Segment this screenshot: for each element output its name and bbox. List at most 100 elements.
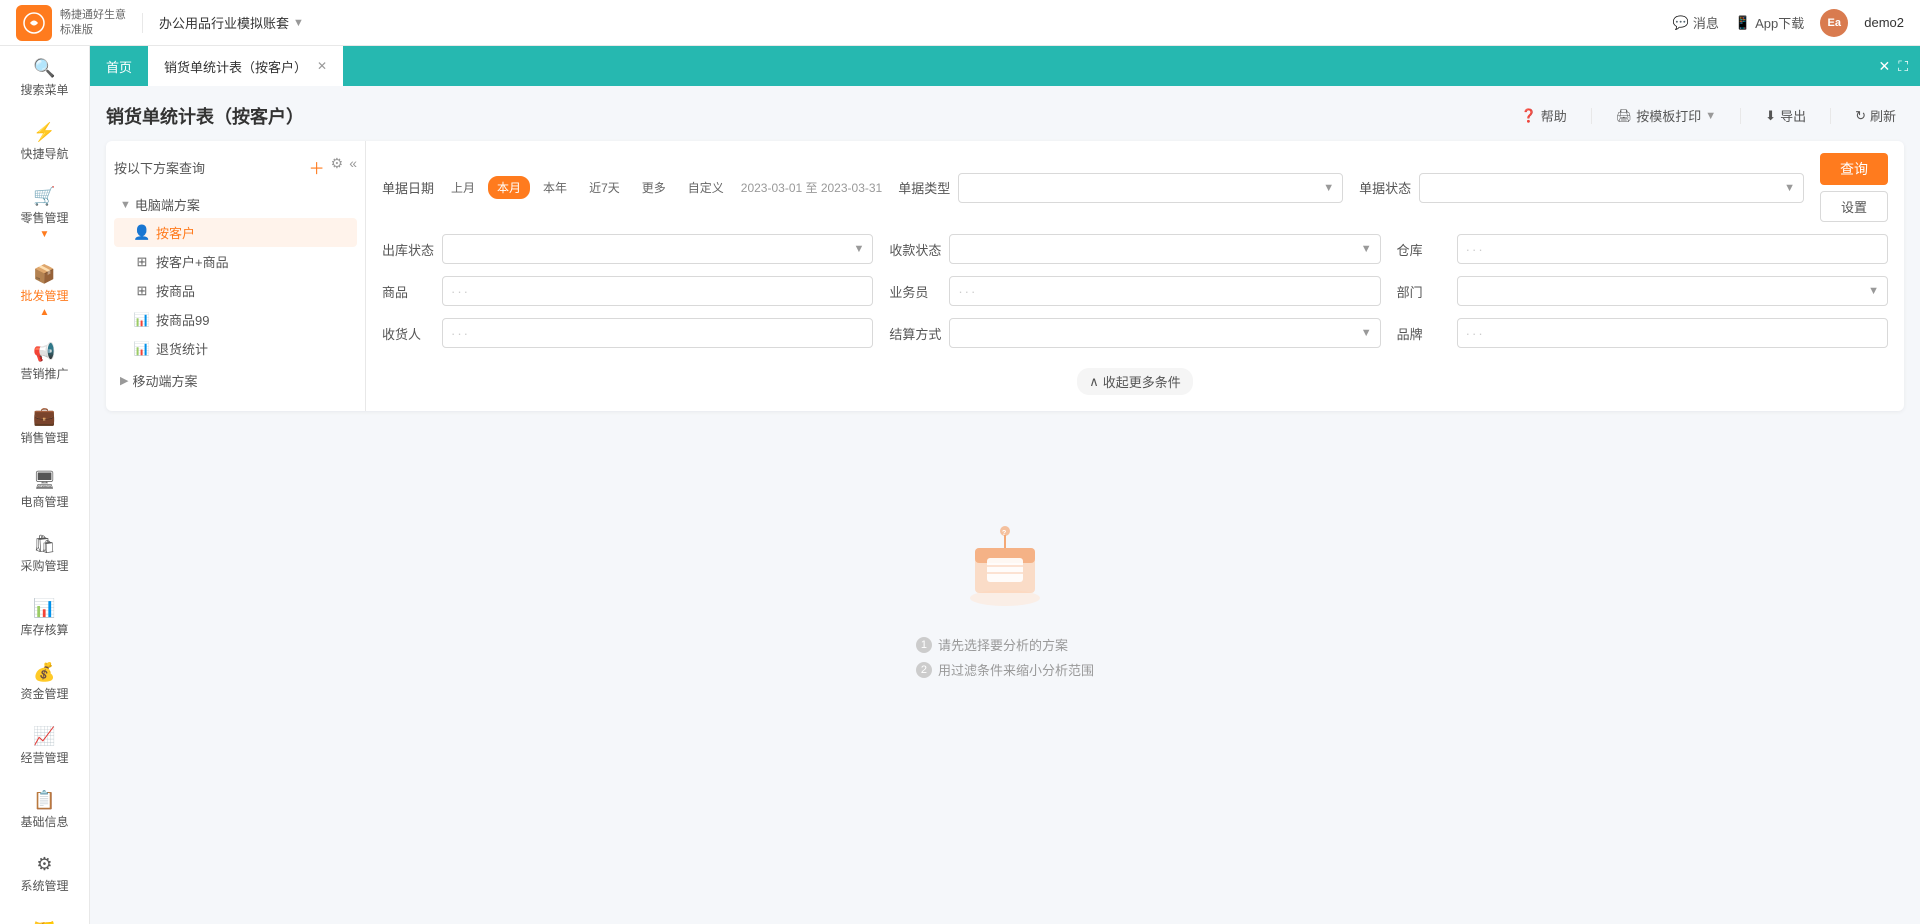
page-header: 销货单统计表（按客户） ❓ 帮助 🖨 按模板打印 ▼ — [106, 102, 1904, 129]
payment-status-label: 收款状态 — [889, 240, 941, 259]
sidebar-item-ecommerce[interactable]: 🖥 电商管理 — [0, 458, 89, 522]
out-status-arrow-icon: ▼ — [853, 243, 864, 255]
filter-right: 单据日期 上月 本月 本年 近7天 更多 自定义 2023-03-01 至 20… — [366, 141, 1904, 411]
add-scheme-btn[interactable]: ＋ — [309, 155, 325, 179]
collapse-scheme-btn[interactable]: « — [349, 155, 357, 179]
avatar[interactable]: Ea — [1820, 9, 1848, 37]
top-bar-right: 💬 消息 📱 App下载 Ea demo2 — [1673, 9, 1904, 37]
basic-icon: 📋 — [4, 790, 85, 811]
empty-state: ? 1 请先选择要分析的方案 2 用过滤条件来缩小分析范围 — [106, 423, 1904, 765]
tab-bar: 首页 销货单统计表（按客户） ✕ ✕ ⛶ — [90, 46, 1920, 86]
app-download-btn[interactable]: 📱 App下载 — [1735, 13, 1804, 32]
tab-home[interactable]: 首页 — [90, 46, 148, 86]
sidebar-item-inventory[interactable]: 📊 库存核算 — [0, 586, 89, 650]
date-btn-7days[interactable]: 近7天 — [580, 176, 629, 199]
doc-type-label: 单据类型 — [898, 178, 950, 197]
scheme-group-mobile-title[interactable]: ▶ 移动端方案 — [114, 367, 357, 394]
divider3 — [1830, 108, 1831, 124]
date-btn-more[interactable]: 更多 — [633, 176, 675, 199]
query-button[interactable]: 查询 — [1820, 153, 1888, 185]
dept-input[interactable]: ▼ — [1457, 276, 1888, 306]
print-btn[interactable]: 🖨 按模板打印 ▼ — [1608, 102, 1724, 129]
dept-label: 部门 — [1397, 282, 1449, 301]
sidebar-item-quick-nav[interactable]: ⚡ 快捷导航 — [0, 110, 89, 174]
warehouse-input[interactable]: ··· — [1457, 234, 1888, 264]
expand-arrow2-icon: ▶ — [120, 374, 128, 387]
scheme-item-refund[interactable]: 📊 退货统计 — [114, 334, 357, 363]
settlement-input[interactable]: ▼ — [949, 318, 1380, 348]
filter-row-3: 商品 ··· 业务员 ··· — [382, 276, 1888, 306]
brand-input[interactable]: ··· — [1457, 318, 1888, 348]
filter-inner: 按以下方案查询 ＋ ⚙ « ▼ — [106, 141, 1904, 411]
tab-close-btn[interactable]: ✕ — [317, 59, 327, 73]
export-btn[interactable]: ⬇ 导出 — [1757, 102, 1814, 129]
collapse-button[interactable]: ∧ 收起更多条件 — [1077, 368, 1193, 395]
sidebar: 🔍 搜索菜单 ⚡ 快捷导航 🛒 零售管理 ▼ 📦 批发管理 ▲ 📢 营销推广 — [0, 46, 90, 924]
filter-field-out-status: 出库状态 ▼ — [382, 234, 873, 264]
doc-type-arrow-icon: ▼ — [1323, 182, 1334, 194]
tip-num-2: 2 — [916, 662, 932, 678]
app-container: 畅捷通好生意 标准版 办公用品行业模拟账套 ▼ 💬 消息 📱 App下载 Ea … — [0, 0, 1920, 924]
goods-input[interactable]: ··· — [442, 276, 873, 306]
date-btn-last-month[interactable]: 上月 — [442, 176, 484, 199]
date-range-display: 2023-03-01 至 2023-03-31 — [741, 179, 882, 196]
setting-button[interactable]: 设置 — [1820, 191, 1888, 222]
tab-maximize-area: ✕ ⛶ — [1878, 58, 1920, 75]
export-icon: ⬇ — [1765, 108, 1776, 124]
logo-text: 畅捷通好生意 标准版 — [60, 8, 126, 37]
scheme-panel: 按以下方案查询 ＋ ⚙ « ▼ — [106, 141, 366, 411]
sidebar-item-sales[interactable]: 💼 销售管理 — [0, 394, 89, 458]
sidebar-item-retail[interactable]: 🛒 零售管理 ▼ — [0, 174, 89, 252]
top-bar-left: 畅捷通好生意 标准版 办公用品行业模拟账套 ▼ — [16, 5, 304, 41]
help-btn[interactable]: ❓ 帮助 — [1513, 102, 1575, 129]
staff-input[interactable]: ··· — [949, 276, 1380, 306]
filter-field-staff: 业务员 ··· — [889, 276, 1380, 306]
retail-icon: 🛒 — [4, 186, 85, 207]
message-btn[interactable]: 💬 消息 — [1673, 13, 1719, 32]
sidebar-item-basic[interactable]: 📋 基础信息 — [0, 778, 89, 842]
empty-illustration: ? — [945, 503, 1065, 623]
scheme-item-by-product99[interactable]: 📊 按商品99 — [114, 305, 357, 334]
sidebar-item-enterprise[interactable]: 🤝 企业协同 — [0, 906, 89, 924]
scheme-item-by-customer[interactable]: 👤 按客户 — [114, 218, 357, 247]
out-status-label: 出库状态 — [382, 240, 434, 259]
close-window-icon[interactable]: ✕ — [1878, 58, 1890, 75]
sidebar-item-marketing[interactable]: 📢 营销推广 — [0, 330, 89, 394]
doc-status-label: 单据状态 — [1359, 178, 1411, 197]
sidebar-item-system[interactable]: ⚙ 系统管理 — [0, 842, 89, 906]
maximize-icon[interactable]: ⛶ — [1898, 58, 1908, 75]
logo-icon — [16, 5, 52, 41]
date-btn-this-year[interactable]: 本年 — [534, 176, 576, 199]
sidebar-item-purchase[interactable]: 🛍 采购管理 — [0, 522, 89, 586]
tab-sales-stat[interactable]: 销货单统计表（按客户） ✕ — [148, 46, 343, 86]
edit-scheme-btn[interactable]: ⚙ — [331, 155, 344, 179]
recipient-label: 收货人 — [382, 324, 434, 343]
filter-field-date: 单据日期 上月 本月 本年 近7天 更多 自定义 2023-03-01 至 20… — [382, 176, 882, 199]
scheme-item-customer-product[interactable]: ⊞ 按客户+商品 — [114, 247, 357, 276]
filter-field-payment-status: 收款状态 ▼ — [889, 234, 1380, 264]
sidebar-item-operation[interactable]: 📈 经营管理 — [0, 714, 89, 778]
date-btn-custom[interactable]: 自定义 — [679, 176, 733, 199]
collapse-btn-row: ∧ 收起更多条件 — [382, 360, 1888, 399]
sidebar-item-finance[interactable]: 💰 资金管理 — [0, 650, 89, 714]
top-bar-title[interactable]: 办公用品行业模拟账套 ▼ — [159, 13, 304, 32]
warehouse-label: 仓库 — [1397, 240, 1449, 259]
grid2-icon: ⊞ — [134, 283, 150, 299]
scheme-group-desktop-title[interactable]: ▼ 电脑端方案 — [114, 191, 357, 218]
scheme-item-by-product[interactable]: ⊞ 按商品 — [114, 276, 357, 305]
collapse-up-icon: ∧ — [1089, 374, 1099, 390]
username: demo2 — [1864, 15, 1904, 30]
doc-status-input[interactable]: ▼ — [1419, 173, 1804, 203]
date-btn-this-month[interactable]: 本月 — [488, 176, 530, 199]
out-status-input[interactable]: ▼ — [442, 234, 873, 264]
sidebar-item-wholesale[interactable]: 📦 批发管理 ▲ — [0, 252, 89, 330]
filter-field-doc-status: 单据状态 ▼ — [1359, 173, 1804, 203]
scheme-group-desktop: ▼ 电脑端方案 👤 按客户 ⊞ 按客户+商品 — [114, 191, 357, 363]
operation-icon: 📈 — [4, 726, 85, 747]
payment-status-input[interactable]: ▼ — [949, 234, 1380, 264]
settlement-label: 结算方式 — [889, 324, 941, 343]
recipient-input[interactable]: ··· — [442, 318, 873, 348]
refresh-btn[interactable]: ↻ 刷新 — [1847, 102, 1904, 129]
doc-type-input[interactable]: ▼ — [958, 173, 1343, 203]
sidebar-item-search[interactable]: 🔍 搜索菜单 — [0, 46, 89, 110]
